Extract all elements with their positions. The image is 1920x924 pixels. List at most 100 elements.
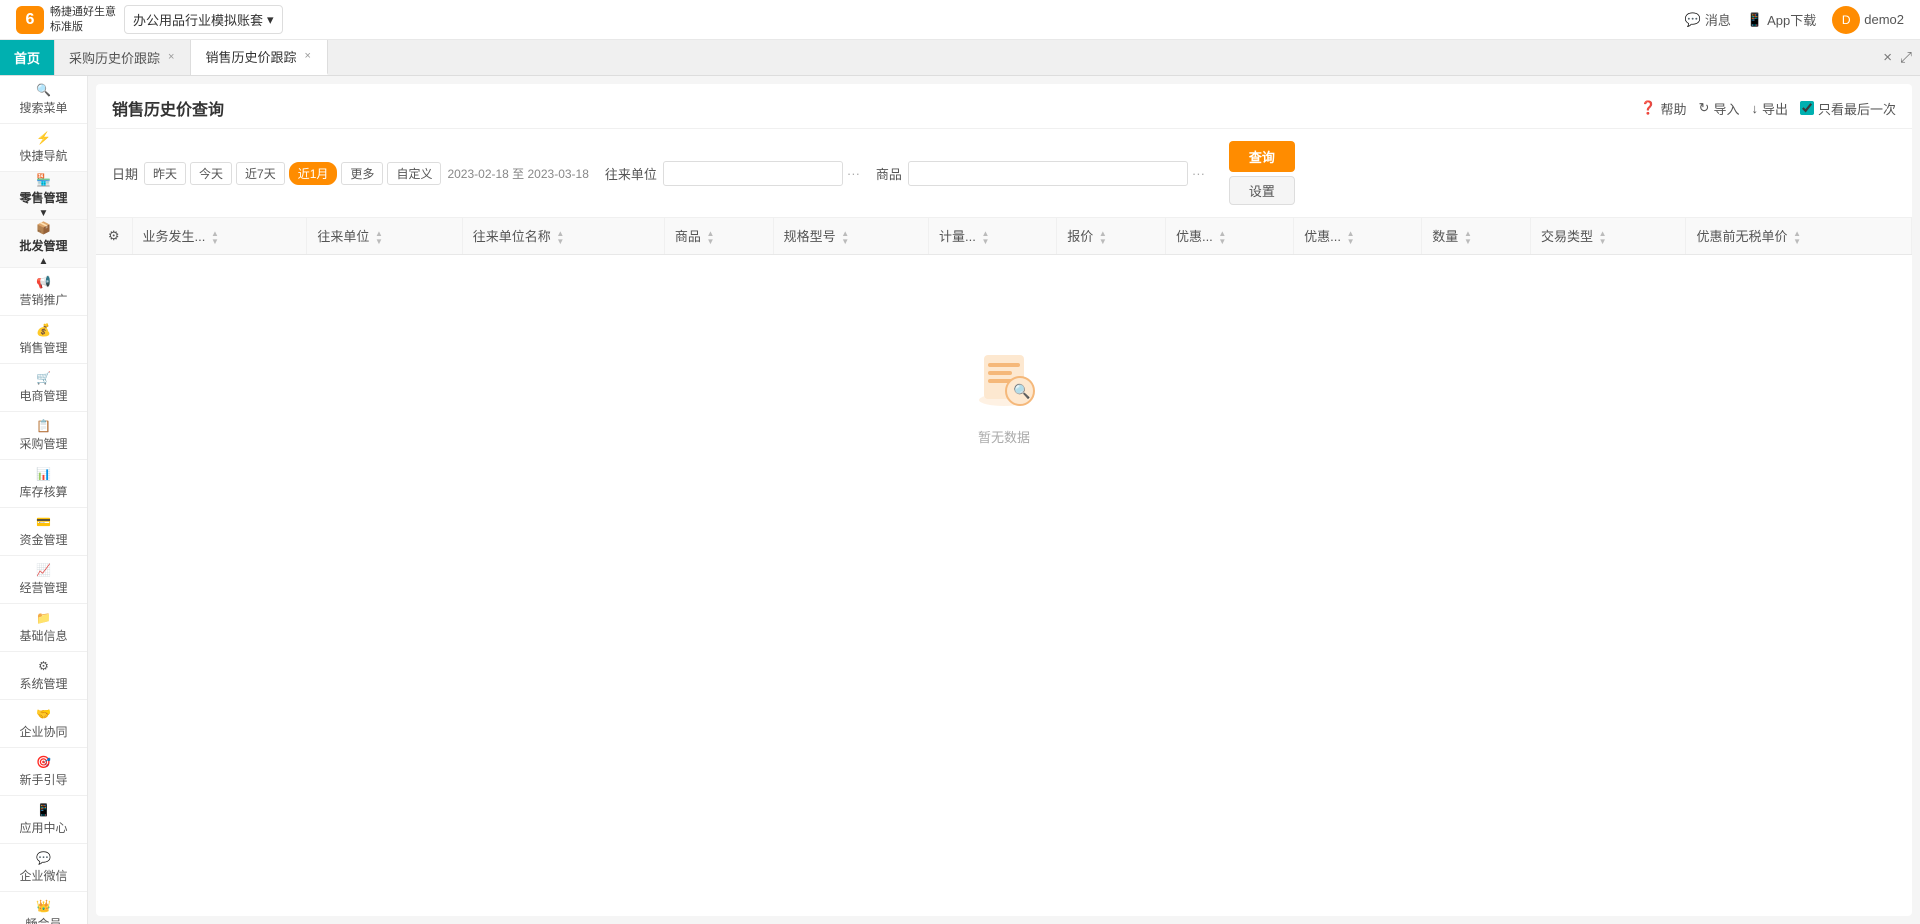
marketing-icon: 📢: [36, 275, 51, 289]
help-btn[interactable]: ❓ 帮助: [1640, 99, 1686, 118]
custom-btn[interactable]: 自定义: [387, 162, 441, 185]
wechat-icon: 💬: [36, 851, 51, 865]
table-col-gear[interactable]: ⚙: [96, 218, 132, 254]
sort-icon: ▲▼: [375, 230, 383, 246]
sidebar-item-operations[interactable]: 📈 经营管理: [0, 556, 87, 604]
table-col-goods[interactable]: 商品 ▲▼: [664, 218, 773, 254]
sidebar-item-purchase-mgmt[interactable]: 📋 采购管理: [0, 412, 87, 460]
collab-icon: 🤝: [36, 707, 51, 721]
ecommerce-icon: 🛒: [36, 371, 51, 385]
data-table: ⚙ 业务发生... ▲▼ 往来单位 ▲▼ 往来单位名称: [96, 218, 1912, 255]
sidebar-item-app-center[interactable]: 📱 应用中心: [0, 796, 87, 844]
company-selector[interactable]: 办公用品行业模拟账套 ▾: [124, 5, 283, 34]
sidebar-item-inventory[interactable]: 📊 库存核算: [0, 460, 87, 508]
tabs-actions: × ⤢: [1875, 40, 1920, 75]
tabs-bar: 首页 采购历史价跟踪 × 销售历史价跟踪 × × ⤢: [0, 40, 1920, 76]
setting-button[interactable]: 设置: [1229, 176, 1295, 205]
app-download-btn[interactable]: 📱 App下载: [1747, 10, 1816, 29]
sort-icon: ▲▼: [1793, 230, 1801, 246]
sidebar-item-marketing[interactable]: 📢 营销推广: [0, 268, 87, 316]
sidebar-item-basic-info[interactable]: 📁 基础信息: [0, 604, 87, 652]
sidebar-item-enterprise-collab[interactable]: 🤝 企业协同: [0, 700, 87, 748]
partner-label: 往来单位: [605, 164, 657, 183]
empty-text: 暂无数据: [978, 427, 1030, 446]
header-right: 💬 消息 📱 App下载 D demo2: [1685, 6, 1904, 34]
date-filter-group: 日期 昨天 今天 近7天 近1月 更多 自定义 2023-02-18 至 202…: [112, 162, 589, 185]
sidebar-item-wholesale-mgmt[interactable]: 📦 批发管理 ▲: [0, 220, 87, 268]
sidebar-item-finance[interactable]: 💳 资金管理: [0, 508, 87, 556]
last7days-btn[interactable]: 近7天: [236, 162, 285, 185]
chevron-down-icon: ▼: [39, 208, 49, 219]
table-col-partner-code[interactable]: 往来单位 ▲▼: [307, 218, 462, 254]
only-last-checkbox[interactable]: [1800, 101, 1814, 115]
sidebar-item-sales-mgmt[interactable]: 💰 销售管理: [0, 316, 87, 364]
operations-icon: 📈: [36, 563, 51, 577]
guide-icon: 🎯: [36, 755, 51, 769]
query-button[interactable]: 查询: [1229, 141, 1295, 172]
partner-dots[interactable]: ···: [847, 166, 860, 181]
sort-icon: ▲▼: [982, 230, 990, 246]
empty-state: 🔍 暂无数据: [96, 255, 1912, 526]
sidebar-item-quick-nav[interactable]: ⚡ 快捷导航: [0, 124, 87, 172]
partner-input[interactable]: [663, 161, 843, 186]
tab-sales-history[interactable]: 销售历史价跟踪 ×: [191, 40, 327, 75]
page-title-bar: 销售历史价查询 ❓ 帮助 ↻ 导入 ↓ 导出: [96, 84, 1912, 129]
message-icon: 💬: [1685, 12, 1701, 28]
goods-dots[interactable]: ···: [1192, 166, 1205, 181]
table-col-trade-type[interactable]: 交易类型 ▲▼: [1531, 218, 1686, 254]
table-col-unit[interactable]: 计量... ▲▼: [929, 218, 1057, 254]
today-btn[interactable]: 今天: [190, 162, 232, 185]
empty-state-icon: 🔍: [964, 335, 1044, 415]
goods-input[interactable]: [908, 161, 1188, 186]
date-label: 日期: [112, 164, 138, 183]
export-icon: ↓: [1751, 101, 1758, 116]
yesterday-btn[interactable]: 昨天: [144, 162, 186, 185]
table-container: ⚙ 业务发生... ▲▼ 往来单位 ▲▼ 往来单位名称: [96, 218, 1912, 916]
avatar: D: [1832, 6, 1860, 34]
tab-purchase-history[interactable]: 采购历史价跟踪 ×: [55, 40, 191, 75]
only-last-checkbox-label[interactable]: 只看最后一次: [1800, 99, 1896, 118]
table-col-discount1[interactable]: 优惠... ▲▼: [1165, 218, 1293, 254]
table-col-spec[interactable]: 规格型号 ▲▼: [773, 218, 928, 254]
sidebar-item-member[interactable]: 👑 畅会员: [0, 892, 87, 924]
sidebar-item-enterprise-wechat[interactable]: 💬 企业微信: [0, 844, 87, 892]
app-center-icon: 📱: [36, 803, 51, 817]
sort-icon: ▲▼: [1347, 230, 1355, 246]
table-col-price[interactable]: 报价 ▲▼: [1057, 218, 1166, 254]
inventory-icon: 📊: [36, 467, 51, 481]
table-col-quantity[interactable]: 数量 ▲▼: [1422, 218, 1531, 254]
top-header: 6 畅捷通好生意 标准版 办公用品行业模拟账套 ▾ 💬 消息 📱 App下载 D…: [0, 0, 1920, 40]
user-avatar-area[interactable]: D demo2: [1832, 6, 1904, 34]
table-col-biz-date[interactable]: 业务发生... ▲▼: [132, 218, 307, 254]
sidebar-item-ecommerce[interactable]: 🛒 电商管理: [0, 364, 87, 412]
page-title: 销售历史价查询: [112, 96, 224, 120]
lightning-icon: ⚡: [36, 131, 51, 145]
more-btn[interactable]: 更多: [341, 162, 383, 185]
sidebar: 🔍 搜索菜单 ⚡ 快捷导航 🏪 零售管理 ▼ 📦 批发管理 ▲ 📢 营销推广 💰…: [0, 76, 88, 924]
content-area: 销售历史价查询 ❓ 帮助 ↻ 导入 ↓ 导出: [88, 76, 1920, 924]
partner-input-group: ···: [663, 161, 860, 186]
sidebar-item-retail-mgmt[interactable]: 🏪 零售管理 ▼: [0, 172, 87, 220]
goods-label: 商品: [876, 164, 902, 183]
import-btn[interactable]: ↻ 导入: [1699, 99, 1740, 118]
message-btn[interactable]: 💬 消息: [1685, 10, 1731, 29]
tab-home[interactable]: 首页: [0, 40, 55, 75]
sidebar-item-new-guide[interactable]: 🎯 新手引导: [0, 748, 87, 796]
help-icon: ❓: [1640, 100, 1656, 116]
table-col-partner-name[interactable]: 往来单位名称 ▲▼: [462, 218, 664, 254]
close-sales-tab-icon[interactable]: ×: [302, 50, 312, 63]
partner-filter-group: 往来单位 ···: [605, 161, 860, 186]
table-col-pretax-price[interactable]: 优惠前无税单价 ▲▼: [1686, 218, 1912, 254]
maximize-icon[interactable]: ⤢: [1900, 49, 1912, 66]
close-purchase-tab-icon[interactable]: ×: [166, 51, 176, 64]
logo-area: 6 畅捷通好生意 标准版: [16, 5, 116, 34]
close-all-tabs-icon[interactable]: ×: [1883, 49, 1892, 66]
table-col-discount2[interactable]: 优惠... ▲▼: [1294, 218, 1422, 254]
goods-filter-group: 商品 ···: [876, 161, 1205, 186]
sidebar-item-system-mgmt[interactable]: ⚙ 系统管理: [0, 652, 87, 700]
export-btn[interactable]: ↓ 导出: [1751, 99, 1788, 118]
logo-text: 畅捷通好生意 标准版: [50, 5, 116, 34]
sidebar-item-search-menu[interactable]: 🔍 搜索菜单: [0, 76, 87, 124]
last1month-btn[interactable]: 近1月: [289, 162, 338, 185]
sort-icon: ▲▼: [1099, 230, 1107, 246]
